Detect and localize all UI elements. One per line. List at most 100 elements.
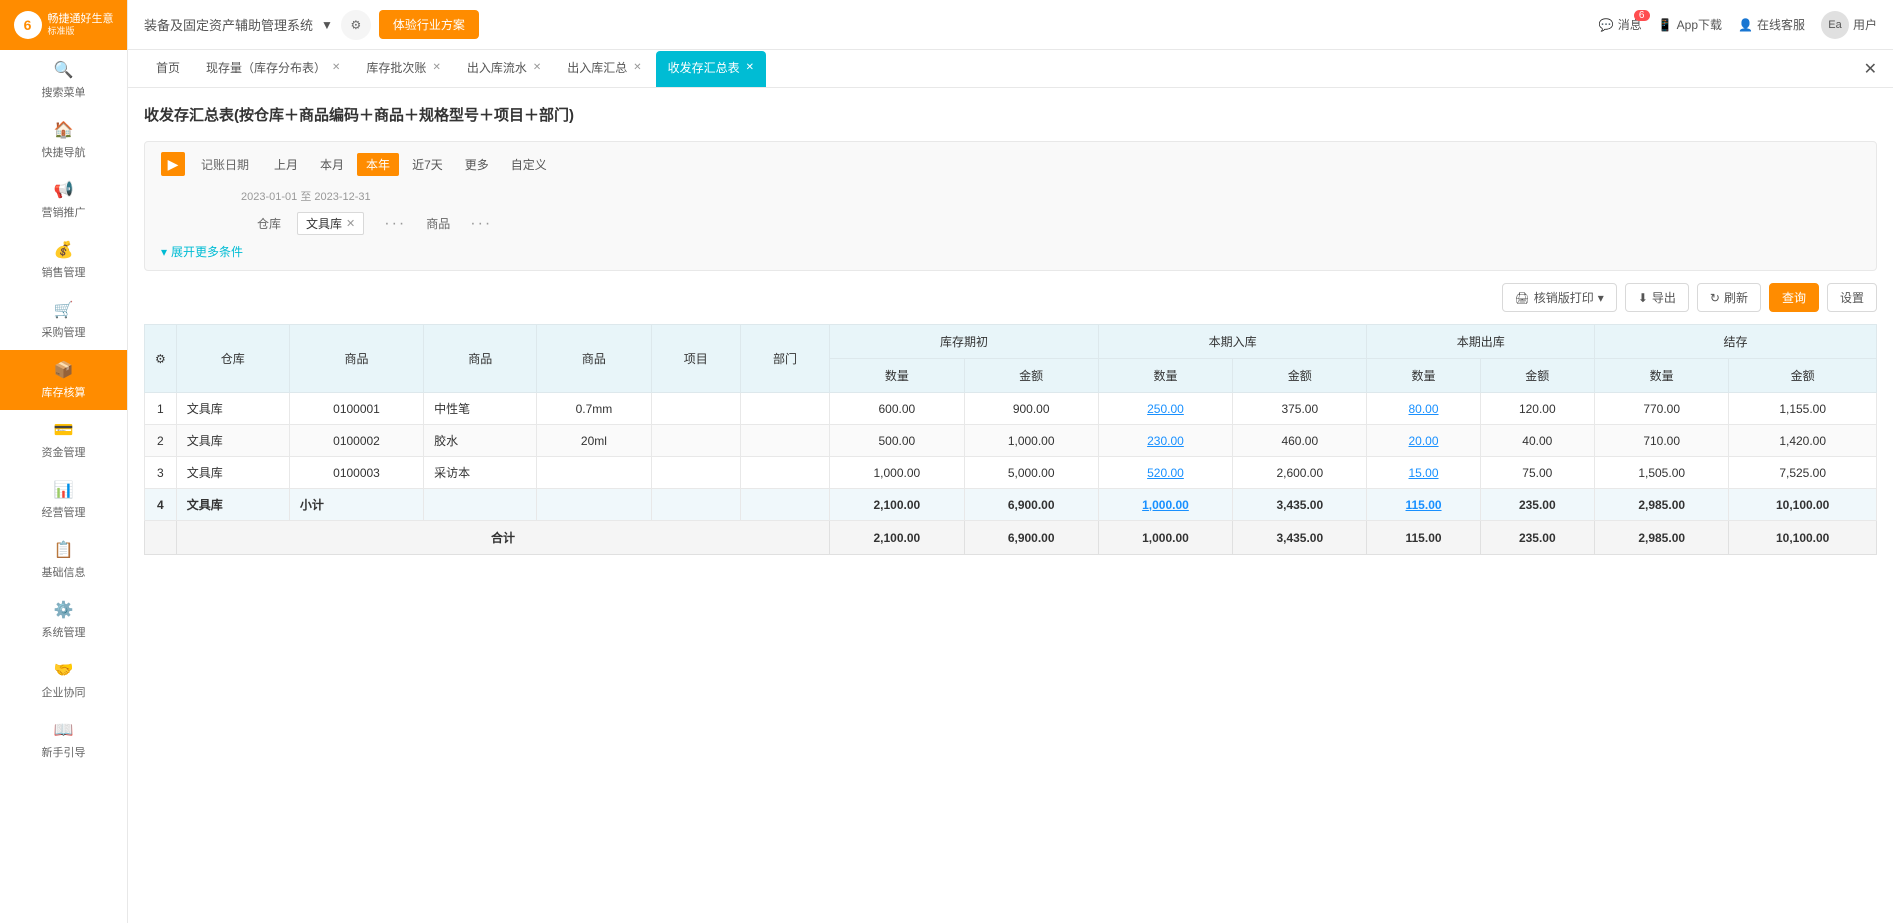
tab-recv-send[interactable]: 收发存汇总表✕: [656, 51, 766, 87]
cell-init-amt: 900.00: [964, 393, 1098, 425]
sidebar-item-basic[interactable]: 📋 基础信息: [0, 530, 127, 590]
footer-in-amt: 3,435.00: [1233, 521, 1367, 555]
close-all-tabs-btn[interactable]: ✕: [1864, 59, 1877, 79]
cell-bal-amt: 1,155.00: [1729, 393, 1877, 425]
cell-code: 0100002: [289, 425, 423, 457]
cell-bal-qty: 2,985.00: [1595, 489, 1729, 521]
sidebar-item-system[interactable]: ⚙️ 系统管理: [0, 590, 127, 650]
tab-close-inout-flow[interactable]: ✕: [533, 62, 541, 73]
sidebar-item-quick-nav[interactable]: 🏠 快捷导航: [0, 110, 127, 170]
app-logo: 6: [14, 11, 42, 39]
expand-conditions-btn[interactable]: ▾ 展开更多条件: [161, 243, 1860, 260]
sidebar-item-label-collab: 企业协同: [42, 684, 86, 700]
tabbar: 首页现存量（库存分布表）✕库存批次账✕出入库流水✕出入库汇总✕收发存汇总表✕✕: [128, 50, 1893, 88]
filter-toggle-btn[interactable]: ▶: [161, 152, 185, 176]
sidebar-item-operation[interactable]: 📊 经营管理: [0, 470, 127, 530]
tab-close-recv-send[interactable]: ✕: [746, 62, 754, 73]
sidebar-item-search[interactable]: 🔍 搜索菜单: [0, 50, 127, 110]
sidebar-item-sales[interactable]: 💰 销售管理: [0, 230, 127, 290]
date-btn-last-month[interactable]: 上月: [265, 153, 307, 176]
col-code: 商品: [289, 325, 423, 393]
footer-init-qty: 2,100.00: [830, 521, 964, 555]
tab-inventory-dist[interactable]: 现存量（库存分布表）✕: [194, 51, 352, 87]
table-row: 2 文具库 0100002 胶水 20ml 500.00 1,000.00 23…: [145, 425, 1877, 457]
sidebar-item-label-system: 系统管理: [42, 624, 86, 640]
cell-out-qty: 15.00: [1367, 457, 1480, 489]
user-menu[interactable]: Ea 用户: [1821, 11, 1877, 39]
cell-out-amt: 75.00: [1480, 457, 1594, 489]
topbar-right: 💬 消息 6 📱 App下载 👤 在线客服 Ea 用户: [1599, 11, 1877, 39]
tab-label-batch: 库存批次账: [366, 59, 426, 76]
quick-nav-icon: 🏠: [54, 120, 74, 140]
sidebar-item-collab[interactable]: 🤝 企业协同: [0, 650, 127, 710]
col-dept: 部门: [740, 325, 829, 393]
warehouse-tag[interactable]: 文具库 ✕: [297, 212, 364, 235]
cell-in-qty: 520.00: [1098, 457, 1232, 489]
filter-bar: ▶ 记账日期 上月 本月 本年 近7天 更多 自定义 2023-01-01 至 …: [144, 141, 1877, 271]
tab-close-batch[interactable]: ✕: [432, 62, 440, 73]
col-settings[interactable]: ⚙: [145, 325, 177, 393]
cell-out-qty: 20.00: [1367, 425, 1480, 457]
settings-table-btn[interactable]: 设置: [1827, 283, 1877, 312]
date-btn-this-month[interactable]: 本月: [311, 153, 353, 176]
sales-icon: 💰: [54, 240, 74, 260]
collab-icon: 🤝: [54, 660, 74, 680]
cell-no: 1: [145, 393, 177, 425]
system-name: 装备及固定资产辅助管理系统: [144, 15, 313, 34]
tab-close-inout-summary[interactable]: ✕: [633, 62, 641, 73]
tab-inout-flow[interactable]: 出入库流水✕: [455, 51, 553, 87]
cell-out-qty: 80.00: [1367, 393, 1480, 425]
online-service-btn[interactable]: 👤 在线客服: [1738, 16, 1805, 33]
table-row: 4 文具库 小计 2,100.00 6,900.00 1,000.00 3,43…: [145, 489, 1877, 521]
cell-spec: [537, 489, 651, 521]
footer-in-qty: 1,000.00: [1098, 521, 1232, 555]
cell-name: 采访本: [424, 457, 537, 489]
cell-dept: [740, 457, 829, 489]
settings-btn[interactable]: ⚙: [341, 10, 371, 40]
footer-label: 合计: [176, 521, 829, 555]
message-btn[interactable]: 💬 消息 6: [1599, 16, 1642, 33]
query-btn[interactable]: 查询: [1769, 283, 1819, 312]
export-btn[interactable]: ⬇ 导出: [1625, 283, 1689, 312]
message-badge: 6: [1634, 10, 1650, 21]
sidebar-item-label-purchase: 采购管理: [42, 324, 86, 340]
cell-bal-qty: 770.00: [1595, 393, 1729, 425]
cell-init-qty: 2,100.00: [830, 489, 964, 521]
goods-more-dots[interactable]: ···: [470, 215, 492, 233]
date-btn-7days[interactable]: 近7天: [403, 153, 452, 176]
date-btn-this-year[interactable]: 本年: [357, 153, 399, 176]
cell-warehouse: 文具库: [176, 457, 289, 489]
tab-close-inventory-dist[interactable]: ✕: [332, 62, 340, 73]
trial-btn[interactable]: 体验行业方案: [379, 10, 479, 39]
tab-inout-summary[interactable]: 出入库汇总✕: [555, 51, 653, 87]
basic-icon: 📋: [54, 540, 74, 560]
warehouse-more-dots[interactable]: ···: [384, 215, 406, 233]
col-init-amt: 金额: [964, 359, 1098, 393]
user-avatar: Ea: [1821, 11, 1849, 39]
sidebar-item-label-basic: 基础信息: [42, 564, 86, 580]
cell-code: 0100001: [289, 393, 423, 425]
date-btn-custom[interactable]: 自定义: [502, 153, 556, 176]
sidebar-item-purchase[interactable]: 🛒 采购管理: [0, 290, 127, 350]
table-header-group-row: ⚙ 仓库 商品 商品 商品 项目 部门 库存期初 本期入库 本期出库 结存: [145, 325, 1877, 359]
date-btn-more[interactable]: 更多: [456, 153, 498, 176]
tab-label-home: 首页: [156, 59, 180, 76]
print-btn[interactable]: 🖨 核销版打印 ▾: [1502, 283, 1617, 312]
cell-dept: [740, 393, 829, 425]
sidebar-item-inventory[interactable]: 📦 库存核算: [0, 350, 127, 410]
footer-init-amt: 6,900.00: [964, 521, 1098, 555]
refresh-btn[interactable]: ↻ 刷新: [1697, 283, 1761, 312]
footer-bal-qty: 2,985.00: [1595, 521, 1729, 555]
system-dropdown[interactable]: ▼: [321, 18, 333, 32]
cell-name: 中性笔: [424, 393, 537, 425]
sidebar-item-guide[interactable]: 📖 新手引导: [0, 710, 127, 770]
guide-icon: 📖: [54, 720, 74, 740]
tab-home[interactable]: 首页: [144, 51, 192, 87]
sidebar-item-finance[interactable]: 💳 资金管理: [0, 410, 127, 470]
sidebar-item-marketing[interactable]: 📢 营销推广: [0, 170, 127, 230]
tab-batch[interactable]: 库存批次账 ✕: [354, 51, 452, 87]
operation-icon: 📊: [54, 480, 74, 500]
system-icon: ⚙️: [54, 600, 74, 620]
remove-warehouse-tag[interactable]: ✕: [346, 217, 355, 230]
app-download-btn[interactable]: 📱 App下载: [1658, 16, 1722, 33]
